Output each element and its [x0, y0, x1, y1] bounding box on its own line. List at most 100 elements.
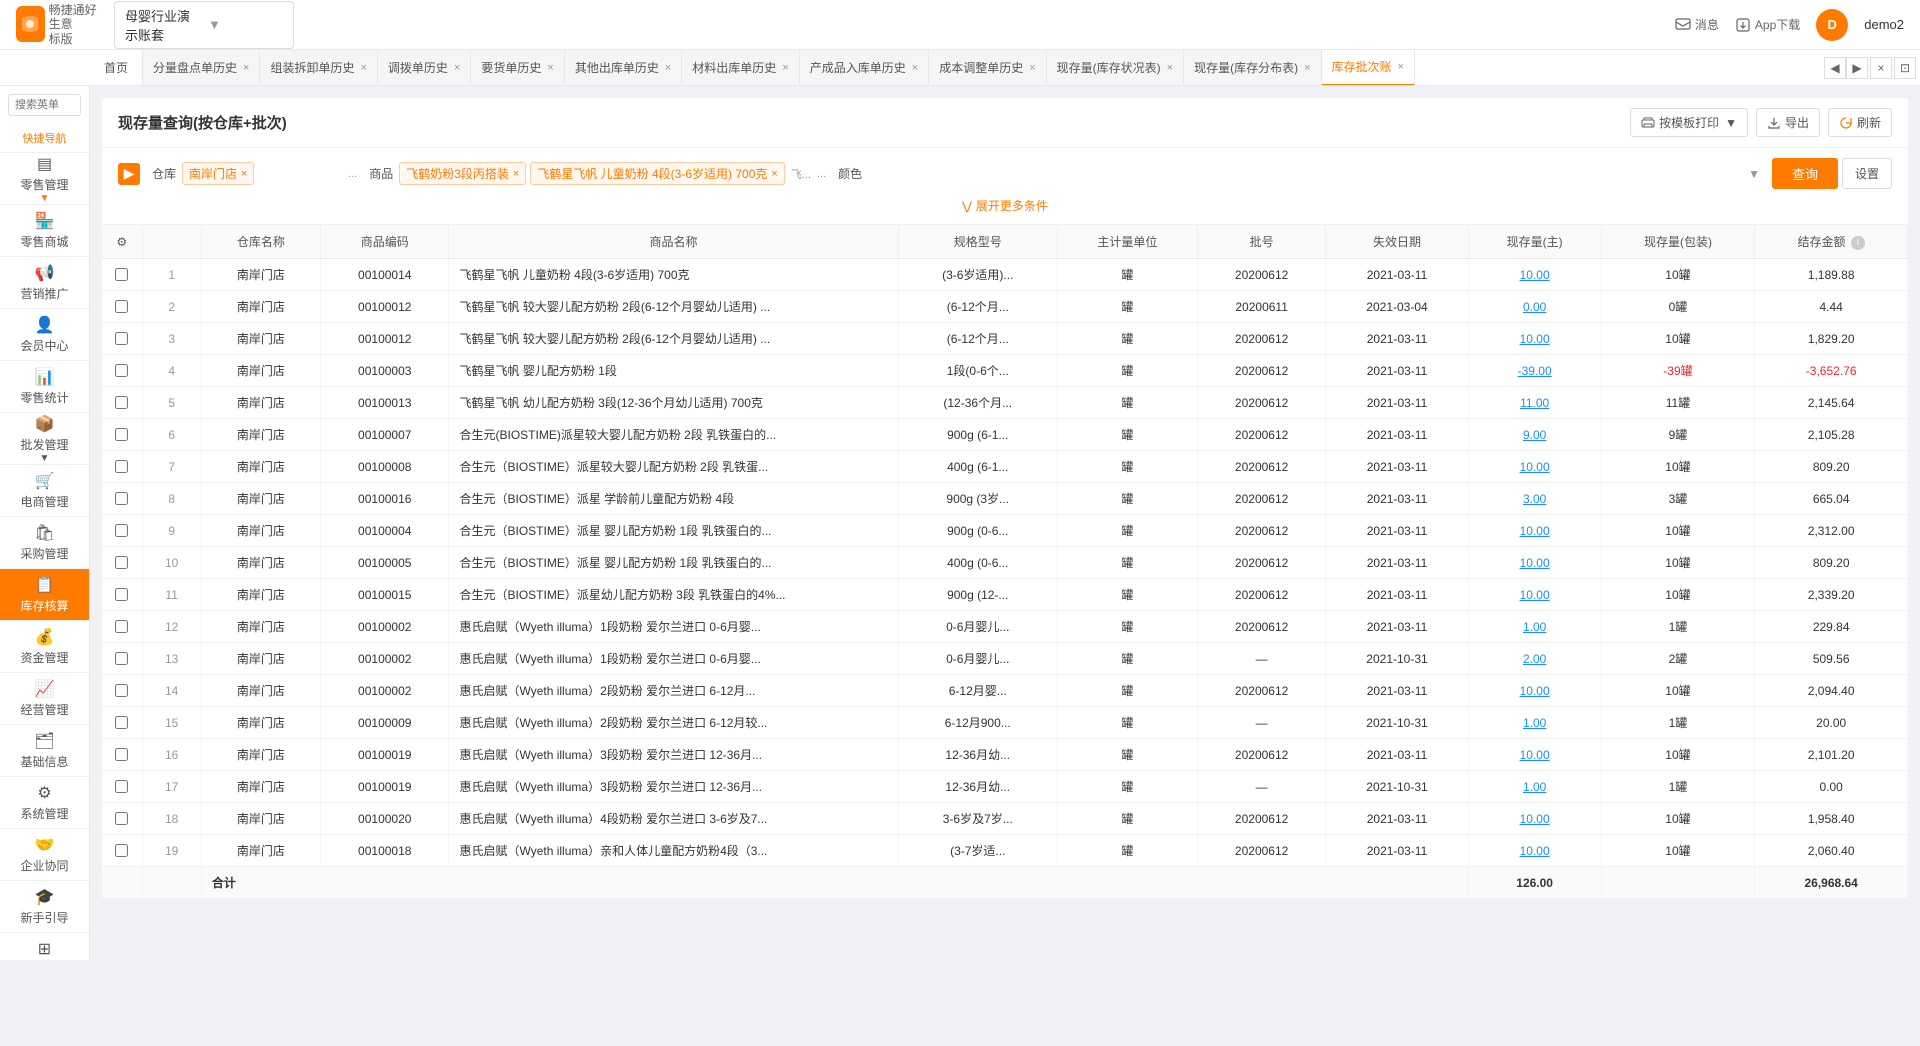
goods-tag-2[interactable]: 飞鹤星飞帆 儿童奶粉 4段(3-6岁适用) 700克 ×	[530, 162, 784, 185]
cell-stock-main[interactable]: 10.00	[1468, 835, 1601, 867]
warehouse-tag[interactable]: 南岸门店 ×	[182, 162, 254, 185]
cell-stock-main[interactable]: -39.00	[1468, 355, 1601, 387]
cell-stock-main[interactable]: 1.00	[1468, 771, 1601, 803]
store-selector[interactable]: 母婴行业演示账套 ▼	[114, 1, 294, 49]
tab-xiancun-kz[interactable]: 现存量(库存状况表) ×	[1047, 50, 1184, 86]
app-download-button[interactable]: App下载	[1735, 16, 1800, 33]
row-checkbox[interactable]	[115, 716, 128, 729]
row-checkbox[interactable]	[115, 396, 128, 409]
sidebar-item-lingshouguan[interactable]: ▤ 零售管理 ▼	[0, 153, 89, 205]
filter-expand-toggle[interactable]: ▶	[118, 163, 140, 185]
sidebar-item-jingying[interactable]: 📈 经营管理	[0, 673, 89, 725]
refresh-button[interactable]: 刷新	[1828, 108, 1892, 137]
row-checkbox[interactable]	[115, 780, 128, 793]
column-settings-icon[interactable]: ⚙	[116, 235, 127, 249]
row-checkbox[interactable]	[115, 684, 128, 697]
warehouse-tag-close[interactable]: ×	[241, 168, 247, 180]
cell-stock-main[interactable]: 10.00	[1468, 579, 1601, 611]
cell-stock-main[interactable]: 3.00	[1468, 483, 1601, 515]
cell-stock-main[interactable]: 10.00	[1468, 675, 1601, 707]
sidebar-item-caigou[interactable]: 🛍 采购管理	[0, 517, 89, 569]
row-checkbox[interactable]	[115, 428, 128, 441]
tab-zuchai[interactable]: 组装拆卸单历史 ×	[260, 50, 377, 86]
cell-stock-main[interactable]: 10.00	[1468, 547, 1601, 579]
row-checkbox[interactable]	[115, 364, 128, 377]
row-checkbox[interactable]	[115, 652, 128, 665]
row-checkbox[interactable]	[115, 332, 128, 345]
cell-stock-main[interactable]: 10.00	[1468, 259, 1601, 291]
tab-close-diaobo[interactable]: ×	[454, 62, 460, 74]
cell-stock-main[interactable]: 10.00	[1468, 451, 1601, 483]
template-print-button[interactable]: 按模板打印 ▼	[1630, 108, 1748, 137]
settings-button[interactable]: 设置	[1842, 158, 1892, 189]
tab-yaohuo[interactable]: 要货单历史 ×	[471, 50, 564, 86]
tab-chengben[interactable]: 成本调整单历史 ×	[929, 50, 1046, 86]
tab-close-qtchu[interactable]: ×	[665, 62, 671, 74]
row-checkbox[interactable]	[115, 844, 128, 857]
row-checkbox[interactable]	[115, 460, 128, 473]
cell-stock-main[interactable]: 9.00	[1468, 419, 1601, 451]
cell-stock-main[interactable]: 10.00	[1468, 739, 1601, 771]
search-input[interactable]	[8, 94, 81, 116]
row-checkbox[interactable]	[115, 492, 128, 505]
cell-stock-main[interactable]: 2.00	[1468, 643, 1601, 675]
tab-cpru[interactable]: 产成品入库单历史 ×	[800, 50, 929, 86]
row-checkbox[interactable]	[115, 300, 128, 313]
tab-close-zuchai[interactable]: ×	[360, 62, 366, 74]
tab-close-kz[interactable]: ×	[1167, 62, 1173, 74]
sidebar-item-xinshou[interactable]: 🎓 新手引导	[0, 881, 89, 933]
balance-info-icon[interactable]: i	[1851, 236, 1865, 250]
sidebar-item-yingxiao[interactable]: 📢 营销推广	[0, 257, 89, 309]
color-dropdown-icon[interactable]: ▼	[1748, 167, 1760, 181]
tab-close-clchu[interactable]: ×	[782, 62, 788, 74]
quick-nav-button[interactable]: 快捷导航	[0, 124, 89, 153]
sidebar-item-kucun[interactable]: 📋 库存核算	[0, 569, 89, 621]
tab-close-yaohuo[interactable]: ×	[547, 62, 553, 74]
tab-xiancun-fb[interactable]: 现存量(库存分布表) ×	[1184, 50, 1321, 86]
sidebar-item-xitong[interactable]: ⚙ 系统管理	[0, 777, 89, 829]
query-button[interactable]: 查询	[1772, 158, 1838, 189]
expand-more-btn[interactable]: ⋁ 展开更多条件	[118, 197, 1892, 214]
export-button[interactable]: 导出	[1756, 108, 1820, 137]
goods-tag-2-close[interactable]: ×	[771, 168, 777, 180]
tab-diaobo[interactable]: 调拨单历史 ×	[378, 50, 471, 86]
cell-stock-main[interactable]: 1.00	[1468, 611, 1601, 643]
sidebar-item-qiyexietong[interactable]: 🤝 企业协同	[0, 829, 89, 881]
tab-fullscreen-button[interactable]: ⊡	[1894, 57, 1916, 79]
tab-close-cpru[interactable]: ×	[912, 62, 918, 74]
cell-stock-main[interactable]: 10.00	[1468, 803, 1601, 835]
sidebar-item-lingshoucheng[interactable]: 🏪 零售商城	[0, 205, 89, 257]
sidebar-item-lingshoutongji[interactable]: 📊 零售统计	[0, 361, 89, 413]
row-checkbox[interactable]	[115, 748, 128, 761]
tab-clchu[interactable]: 材料出库单历史 ×	[682, 50, 799, 86]
tab-close-fenpan[interactable]: ×	[243, 62, 249, 74]
tab-kucun-pici[interactable]: 库存批次账 ×	[1322, 50, 1415, 86]
goods-tag-1[interactable]: 飞鹤奶粉3段丙搭装 ×	[399, 162, 526, 185]
row-checkbox[interactable]	[115, 524, 128, 537]
goods-more-tag[interactable]: 飞...	[791, 166, 811, 182]
row-checkbox[interactable]	[115, 812, 128, 825]
row-checkbox[interactable]	[115, 268, 128, 281]
tab-close-pici[interactable]: ×	[1398, 61, 1404, 73]
cell-stock-main[interactable]: 10.00	[1468, 323, 1601, 355]
cell-stock-main[interactable]: 11.00	[1468, 387, 1601, 419]
sidebar-item-jichu[interactable]: 🗂 基础信息	[0, 725, 89, 777]
tab-home[interactable]: 首页	[90, 50, 143, 86]
message-button[interactable]: 消息	[1675, 16, 1719, 33]
sidebar-item-dianshangguan[interactable]: 🛒 电商管理	[0, 465, 89, 517]
tab-close-chengben[interactable]: ×	[1029, 62, 1035, 74]
tab-close-all-button[interactable]: ×	[1870, 57, 1892, 79]
row-checkbox[interactable]	[115, 556, 128, 569]
tab-close-fb[interactable]: ×	[1304, 62, 1310, 74]
row-checkbox[interactable]	[115, 620, 128, 633]
sidebar-item-zijin[interactable]: 💰 资金管理	[0, 621, 89, 673]
goods-tag-1-close[interactable]: ×	[513, 168, 519, 180]
tab-qtchu[interactable]: 其他出库单历史 ×	[565, 50, 682, 86]
cell-stock-main[interactable]: 1.00	[1468, 707, 1601, 739]
row-checkbox[interactable]	[115, 588, 128, 601]
cell-stock-main[interactable]: 10.00	[1468, 515, 1601, 547]
sidebar-item-pifa[interactable]: 📦 批发管理 ▼	[0, 413, 89, 465]
tab-prev-button[interactable]: ◀	[1824, 57, 1846, 79]
tab-next-button[interactable]: ▶	[1846, 57, 1868, 79]
cell-stock-main[interactable]: 0.00	[1468, 291, 1601, 323]
